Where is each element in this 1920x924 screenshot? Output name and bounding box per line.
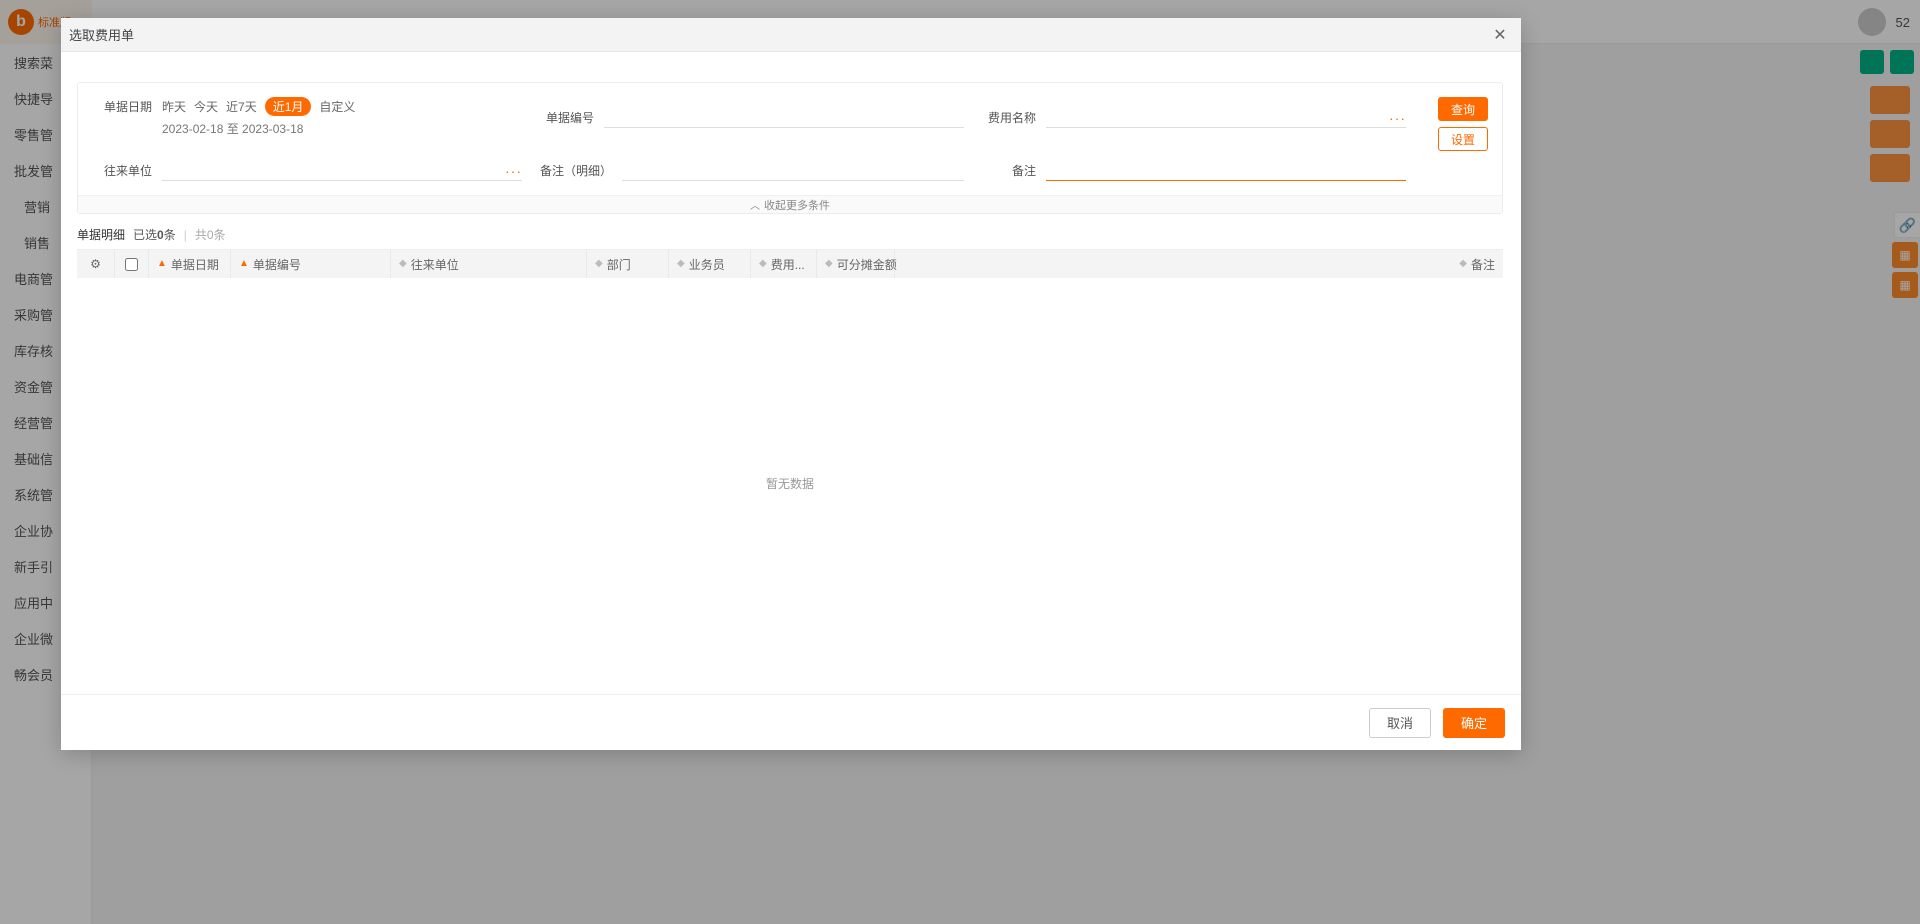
close-icon[interactable]: ✕ xyxy=(1489,24,1511,46)
modal-header: 选取费用单 ✕ xyxy=(61,18,1521,52)
date-option[interactable]: 今天 xyxy=(194,98,218,115)
col-party[interactable]: ◆ 往来单位 xyxy=(391,250,587,278)
fee-name-input[interactable] xyxy=(1046,106,1406,128)
sort-icon: ◆ xyxy=(677,259,685,269)
modal-title: 选取费用单 xyxy=(69,25,134,44)
section-title: 单据明细 xyxy=(77,226,125,243)
table: ⚙ ▲ 单据日期 ▲ 单据编号 ◆ 往来单位 xyxy=(77,249,1503,688)
filter-party: 往来单位 ··· xyxy=(92,155,522,185)
sort-icon: ◆ xyxy=(759,259,767,269)
gear-icon: ⚙ xyxy=(90,257,101,271)
more-icon[interactable]: ··· xyxy=(1389,110,1406,126)
cancel-button[interactable]: 取消 xyxy=(1369,708,1431,738)
collapse-more-bar[interactable]: ︿ 收起更多条件 xyxy=(78,195,1502,213)
remark-detail-input[interactable] xyxy=(622,159,964,181)
col-fee[interactable]: ◆ 费用... xyxy=(751,250,817,278)
select-all[interactable] xyxy=(115,250,149,278)
filter-date: 单据日期 昨天今天近7天近1月自定义 2023-02-18 至 2023-03-… xyxy=(92,97,522,137)
total-count: 共0条 xyxy=(195,226,226,243)
date-option[interactable]: 自定义 xyxy=(319,98,355,115)
modal-footer: 取消 确定 xyxy=(61,694,1521,750)
sort-icon: ◆ xyxy=(595,259,603,269)
fee-name-label: 费用名称 xyxy=(976,109,1036,126)
ok-button[interactable]: 确定 xyxy=(1443,708,1505,738)
table-empty: 暂无数据 xyxy=(77,278,1503,688)
date-range-options: 昨天今天近7天近1月自定义 xyxy=(162,97,355,116)
date-option[interactable]: 昨天 xyxy=(162,98,186,115)
filter-remark-detail: 备注（明细） xyxy=(534,155,964,185)
filter-remark: 备注 xyxy=(976,155,1406,185)
filter-panel: 单据日期 昨天今天近7天近1月自定义 2023-02-18 至 2023-03-… xyxy=(77,82,1503,214)
col-employee[interactable]: ◆ 业务员 xyxy=(669,250,751,278)
filter-code: 单据编号 xyxy=(534,97,964,137)
col-dept[interactable]: ◆ 部门 xyxy=(587,250,669,278)
table-header: ⚙ ▲ 单据日期 ▲ 单据编号 ◆ 往来单位 xyxy=(77,250,1503,278)
query-button[interactable]: 查询 xyxy=(1438,97,1488,121)
settings-button[interactable]: 设置 xyxy=(1438,127,1488,151)
section-header: 单据明细 已选0条 | 共0条 xyxy=(77,226,1503,243)
date-range-text: 2023-02-18 至 2023-03-18 xyxy=(162,120,355,137)
col-code[interactable]: ▲ 单据编号 xyxy=(231,250,391,278)
filter-fee-name: 费用名称 ··· xyxy=(976,97,1406,137)
remark-detail-label: 备注（明细） xyxy=(534,162,612,179)
select-all-checkbox[interactable] xyxy=(125,258,138,271)
date-option[interactable]: 近7天 xyxy=(226,98,257,115)
sort-icon: ◆ xyxy=(825,259,833,269)
chevron-up-icon: ︿ xyxy=(750,197,760,212)
col-date[interactable]: ▲ 单据日期 xyxy=(149,250,231,278)
sort-asc-icon: ▲ xyxy=(157,259,167,269)
select-expense-modal: 选取费用单 ✕ 单据日期 昨天今天近7天近1月自定义 2023-02-18 至 … xyxy=(61,18,1521,750)
col-amount[interactable]: ◆ 可分摊金额 xyxy=(817,250,895,278)
sort-icon: ◆ xyxy=(399,259,407,269)
collapse-text: 收起更多条件 xyxy=(764,197,830,213)
code-label: 单据编号 xyxy=(534,109,594,126)
party-input[interactable] xyxy=(162,159,522,181)
column-settings[interactable]: ⚙ xyxy=(77,250,115,278)
separator: | xyxy=(184,228,187,242)
more-icon[interactable]: ··· xyxy=(505,163,522,179)
code-input[interactable] xyxy=(604,106,964,128)
date-option[interactable]: 近1月 xyxy=(265,97,312,116)
sort-asc-icon: ▲ xyxy=(239,259,249,269)
remark-input[interactable] xyxy=(1046,159,1406,181)
col-remark[interactable]: ◆ 备注 xyxy=(895,250,1503,278)
remark-label: 备注 xyxy=(976,162,1036,179)
sort-icon: ◆ xyxy=(1459,259,1467,269)
filter-buttons: 查询 设置 xyxy=(1418,97,1488,185)
selected-count: 已选0条 xyxy=(133,226,176,243)
party-label: 往来单位 xyxy=(92,162,152,179)
date-label: 单据日期 xyxy=(92,98,152,115)
